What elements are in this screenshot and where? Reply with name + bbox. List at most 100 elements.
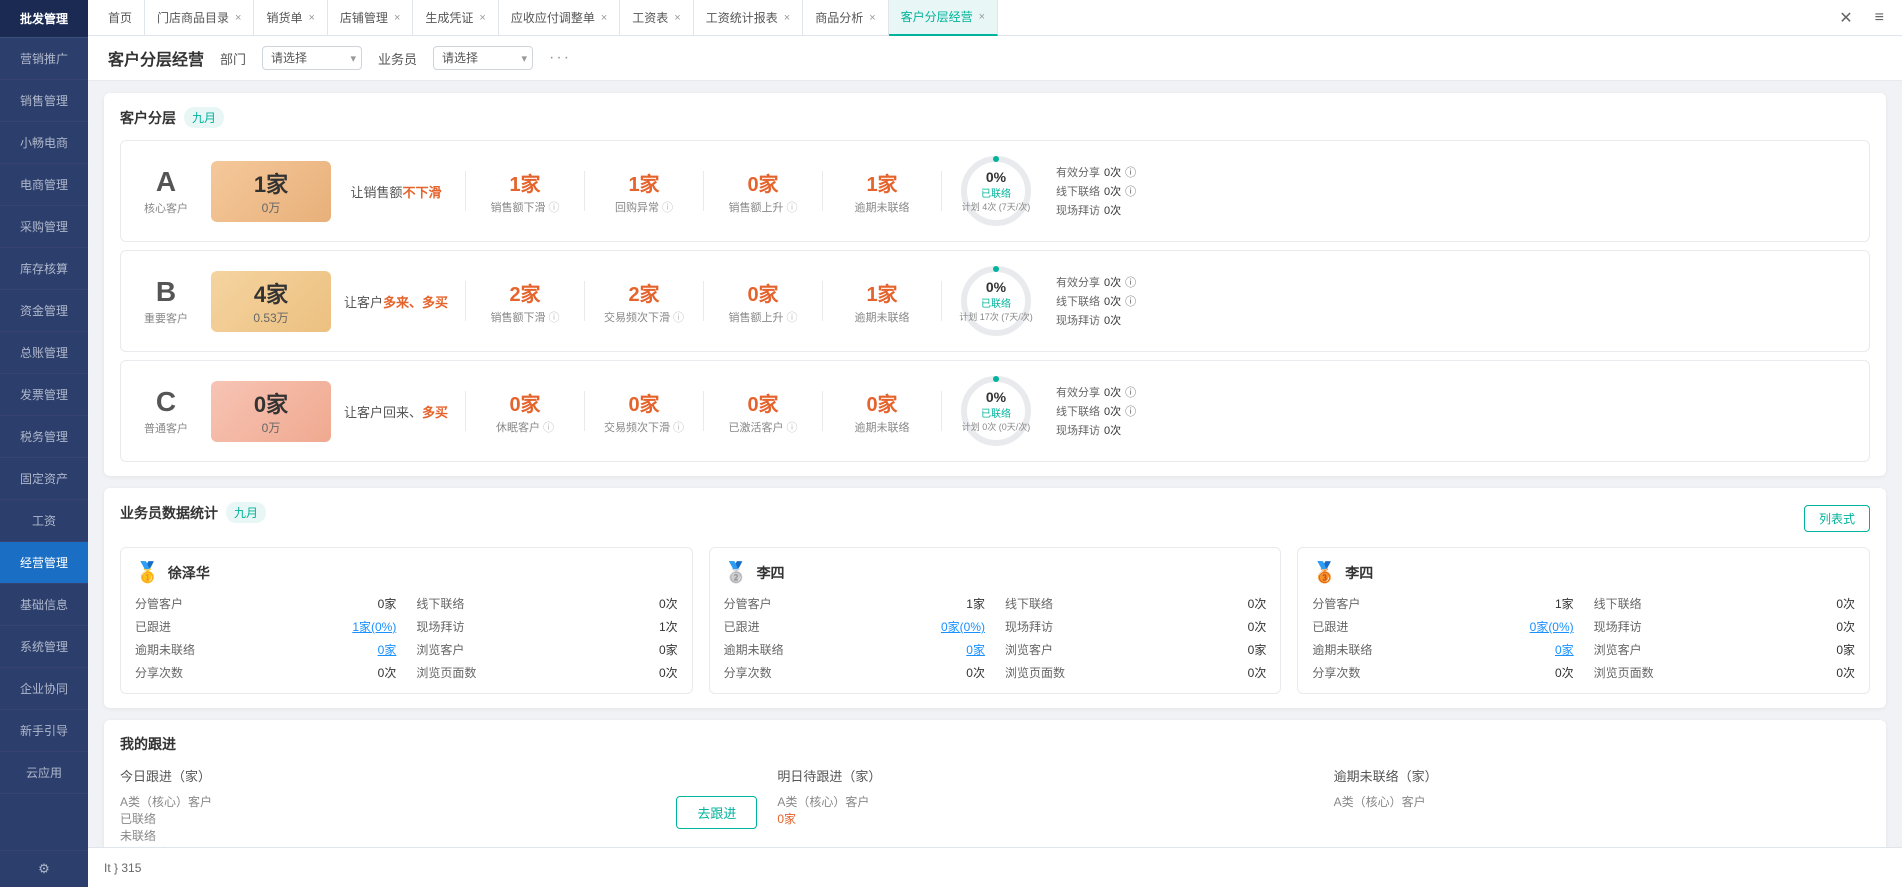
tier-row-a: A 核心客户 1家 0万 让销售额不下滑 1家 销售额下滑 ⓘ <box>120 140 1870 242</box>
sidebar-item-guide[interactable]: 新手引导 <box>0 710 88 752</box>
tab-store-products[interactable]: 门店商品目录× <box>145 0 254 36</box>
settings-button[interactable]: ⚙ <box>0 850 88 887</box>
close-tab-sales-order[interactable]: × <box>308 12 314 24</box>
staff-label: 业务员 <box>378 49 417 68</box>
staff-stat-row: 已跟进0家(0%) <box>724 618 985 635</box>
page-header: 客户分层经营 部门 请选择 业务员 请选择 ··· <box>88 36 1902 81</box>
tier-a-stat-3[interactable]: 0家 销售额上升 ⓘ <box>708 168 818 215</box>
tier-b-slogan: 让客户多来、多买 <box>331 292 461 311</box>
sidebar-item-finance[interactable]: 资金管理 <box>0 290 88 332</box>
tier-b-count[interactable]: 4家 0.53万 <box>211 271 331 332</box>
tier-divider <box>584 391 585 431</box>
overdue-col: 逾期未联络（家） A类（核心）客户 <box>1334 766 1870 810</box>
staff-stat-row: 浏览客户0家 <box>416 641 677 658</box>
staff-stat-row: 线下联络0次 <box>416 595 677 612</box>
close-tab-payroll[interactable]: × <box>674 12 680 24</box>
goto-followup-btn[interactable]: 去跟进 <box>676 796 757 829</box>
tier-c-stat-3[interactable]: 0家 已激活客户 ⓘ <box>708 388 818 435</box>
biz-stats-title: 业务员数据统计 九月 <box>120 502 266 523</box>
staff-select-wrapper: 请选择 <box>433 46 533 70</box>
tier-divider <box>822 171 823 211</box>
close-tab-ar-adjust[interactable]: × <box>601 12 607 24</box>
sidebar: 批发管理 营销推广 销售管理 小畅电商 电商管理 采购管理 库存核算 资金管理 … <box>0 0 88 887</box>
tier-c-count[interactable]: 0家 0万 <box>211 381 331 442</box>
tab-payroll-report[interactable]: 工资统计报表× <box>694 0 803 36</box>
tier-divider <box>703 281 704 321</box>
staff-stat-row: 浏览页面数0次 <box>1594 664 1855 681</box>
sidebar-item-sales[interactable]: 销售管理 <box>0 80 88 122</box>
tier-c-stat-2[interactable]: 0家 交易频次下滑 ⓘ <box>589 388 699 435</box>
close-tab-customer-tier[interactable]: × <box>979 11 985 23</box>
sidebar-item-system[interactable]: 系统管理 <box>0 626 88 668</box>
staff-header-2: 🥉 李四 <box>1312 560 1855 585</box>
sidebar-item-inventory[interactable]: 库存核算 <box>0 248 88 290</box>
sidebar-logo[interactable]: 批发管理 <box>0 0 88 38</box>
tier-c-circle: 0% 已联络 计划 0次 (0天/次) <box>956 371 1036 451</box>
staff-stat-row: 线下联络0次 <box>1005 595 1266 612</box>
tier-a-count[interactable]: 1家 0万 <box>211 161 331 222</box>
staff-stat-row: 现场拜访1次 <box>416 618 677 635</box>
tier-divider <box>822 281 823 321</box>
bottom-bar: It } 315 <box>88 847 1902 887</box>
tab-store-mgmt[interactable]: 店铺管理× <box>328 0 413 36</box>
dept-select[interactable]: 请选择 <box>262 46 362 70</box>
tier-c-label: C 普通客户 <box>121 386 211 436</box>
tab-customer-tier[interactable]: 客户分层经营× <box>889 0 998 36</box>
staff-select[interactable]: 请选择 <box>433 46 533 70</box>
page-title: 客户分层经营 <box>108 46 204 70</box>
sidebar-item-marketing[interactable]: 营销推广 <box>0 38 88 80</box>
tab-ar-adjust[interactable]: 应收应付调整单× <box>499 0 620 36</box>
close-tab-product-analysis[interactable]: × <box>869 12 875 24</box>
sidebar-item-salary[interactable]: 工资 <box>0 500 88 542</box>
sidebar-item-collab[interactable]: 企业协同 <box>0 668 88 710</box>
sidebar-item-basic[interactable]: 基础信息 <box>0 584 88 626</box>
tier-b-stat-1[interactable]: 2家 销售额下滑 ⓘ <box>470 278 580 325</box>
list-view-btn[interactable]: 列表式 <box>1804 505 1870 532</box>
staff-stat-row: 逾期未联络0家 <box>1312 641 1573 658</box>
staff-stat-row: 已跟进1家(0%) <box>135 618 396 635</box>
main-area: 首页 门店商品目录× 销货单× 店铺管理× 生成凭证× 应收应付调整单× 工资表… <box>88 0 1902 887</box>
tier-divider <box>822 391 823 431</box>
sidebar-item-ecom[interactable]: 电商管理 <box>0 164 88 206</box>
tier-b-stat-3[interactable]: 0家 销售额上升 ⓘ <box>708 278 818 325</box>
tab-voucher[interactable]: 生成凭证× <box>413 0 498 36</box>
sidebar-item-tax[interactable]: 税务管理 <box>0 416 88 458</box>
staff-stat-row: 已跟进0家(0%) <box>1312 618 1573 635</box>
tier-a-stat-4[interactable]: 1家 逾期未联络 <box>827 168 937 215</box>
tab-more-button[interactable]: ≡ <box>1869 7 1890 29</box>
staff-stat-row: 浏览页面数0次 <box>1005 664 1266 681</box>
sidebar-item-invoice[interactable]: 发票管理 <box>0 374 88 416</box>
close-tab-store-products[interactable]: × <box>235 12 241 24</box>
tier-c-stat-1[interactable]: 0家 休眠客户 ⓘ <box>470 388 580 435</box>
close-tab-payroll-report[interactable]: × <box>784 12 790 24</box>
more-filters-btn[interactable]: ··· <box>549 49 571 67</box>
sidebar-item-operations[interactable]: 经营管理 <box>0 542 88 584</box>
sidebar-item-assets[interactable]: 固定资产 <box>0 458 88 500</box>
customer-tier-title: 客户分层 九月 <box>120 107 1870 128</box>
tab-product-analysis[interactable]: 商品分析× <box>803 0 888 36</box>
tier-a-stat-1[interactable]: 1家 销售额下滑 ⓘ <box>470 168 580 215</box>
tier-divider <box>465 391 466 431</box>
sidebar-item-cloud[interactable]: 云应用 <box>0 752 88 794</box>
close-tab-voucher[interactable]: × <box>479 12 485 24</box>
tier-b-stat-2[interactable]: 2家 交易频次下滑 ⓘ <box>589 278 699 325</box>
tier-b-stat-4[interactable]: 1家 逾期未联络 <box>827 278 937 325</box>
tab-close-button[interactable]: ✕ <box>1833 6 1858 30</box>
staff-name-1: 李四 <box>757 563 785 583</box>
staff-card-1: 🥈 李四 分管客户1家 线下联络0次 已跟进0家(0%) 现场拜访0次 逾期未联… <box>709 547 1282 694</box>
staff-stat-row: 逾期未联络0家 <box>135 641 396 658</box>
staff-grid: 🥇 徐泽华 分管客户0家 线下联络0次 已跟进1家(0%) 现场拜访1次 逾期未… <box>120 547 1870 694</box>
close-tab-store-mgmt[interactable]: × <box>394 12 400 24</box>
staff-card-0: 🥇 徐泽华 分管客户0家 线下联络0次 已跟进1家(0%) 现场拜访1次 逾期未… <box>120 547 693 694</box>
tier-a-stat-2[interactable]: 1家 回购异常 ⓘ <box>589 168 699 215</box>
sidebar-item-purchase[interactable]: 采购管理 <box>0 206 88 248</box>
tab-sales-order[interactable]: 销货单× <box>254 0 327 36</box>
tomorrow-label: 明日待跟进（家） <box>777 766 1313 785</box>
tab-home[interactable]: 首页 <box>96 0 145 36</box>
sidebar-item-ecom-small[interactable]: 小畅电商 <box>0 122 88 164</box>
tier-divider <box>941 171 942 211</box>
tier-c-stat-4[interactable]: 0家 逾期未联络 <box>827 388 937 435</box>
sidebar-item-ledger[interactable]: 总账管理 <box>0 332 88 374</box>
tab-payroll[interactable]: 工资表× <box>620 0 693 36</box>
tomorrow-sub: A类（核心）客户 0家 <box>777 793 1313 827</box>
